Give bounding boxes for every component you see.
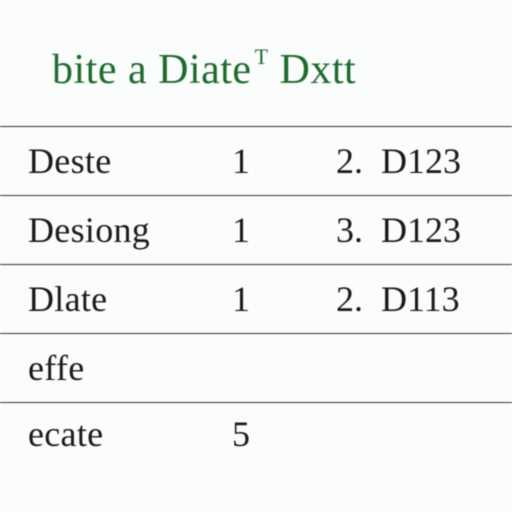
table-row: ecate 5 [0, 403, 512, 465]
table-row: effe [0, 334, 512, 402]
row-value-1: 1 [232, 209, 336, 251]
row-label: ecate [0, 413, 232, 455]
row-label: Dlate [0, 278, 232, 320]
title-superscript: T [255, 44, 269, 69]
document-title: bite a DiateT Dxtt [52, 46, 502, 94]
row-value-2: 2. D123 [336, 140, 512, 182]
title-part-1: bite a Diate [52, 47, 252, 93]
row-label: Deste [0, 140, 232, 182]
data-table: Deste 1 2. D123 Desiong 1 3. D123 Dlate … [0, 126, 512, 465]
row-value-1: 1 [232, 278, 336, 320]
row-value-1: 1 [232, 140, 336, 182]
table-row: Desiong 1 3. D123 [0, 196, 512, 264]
table-row: Deste 1 2. D123 [0, 127, 512, 195]
row-value-1: 5 [232, 413, 336, 455]
table-row: Dlate 1 2. D113 [0, 265, 512, 333]
row-value-2: 2. D113 [336, 278, 512, 320]
row-value-2: 3. D123 [336, 209, 512, 251]
row-label: Desiong [0, 209, 232, 251]
row-label: effe [0, 347, 232, 389]
title-part-2: Dxtt [269, 47, 357, 93]
